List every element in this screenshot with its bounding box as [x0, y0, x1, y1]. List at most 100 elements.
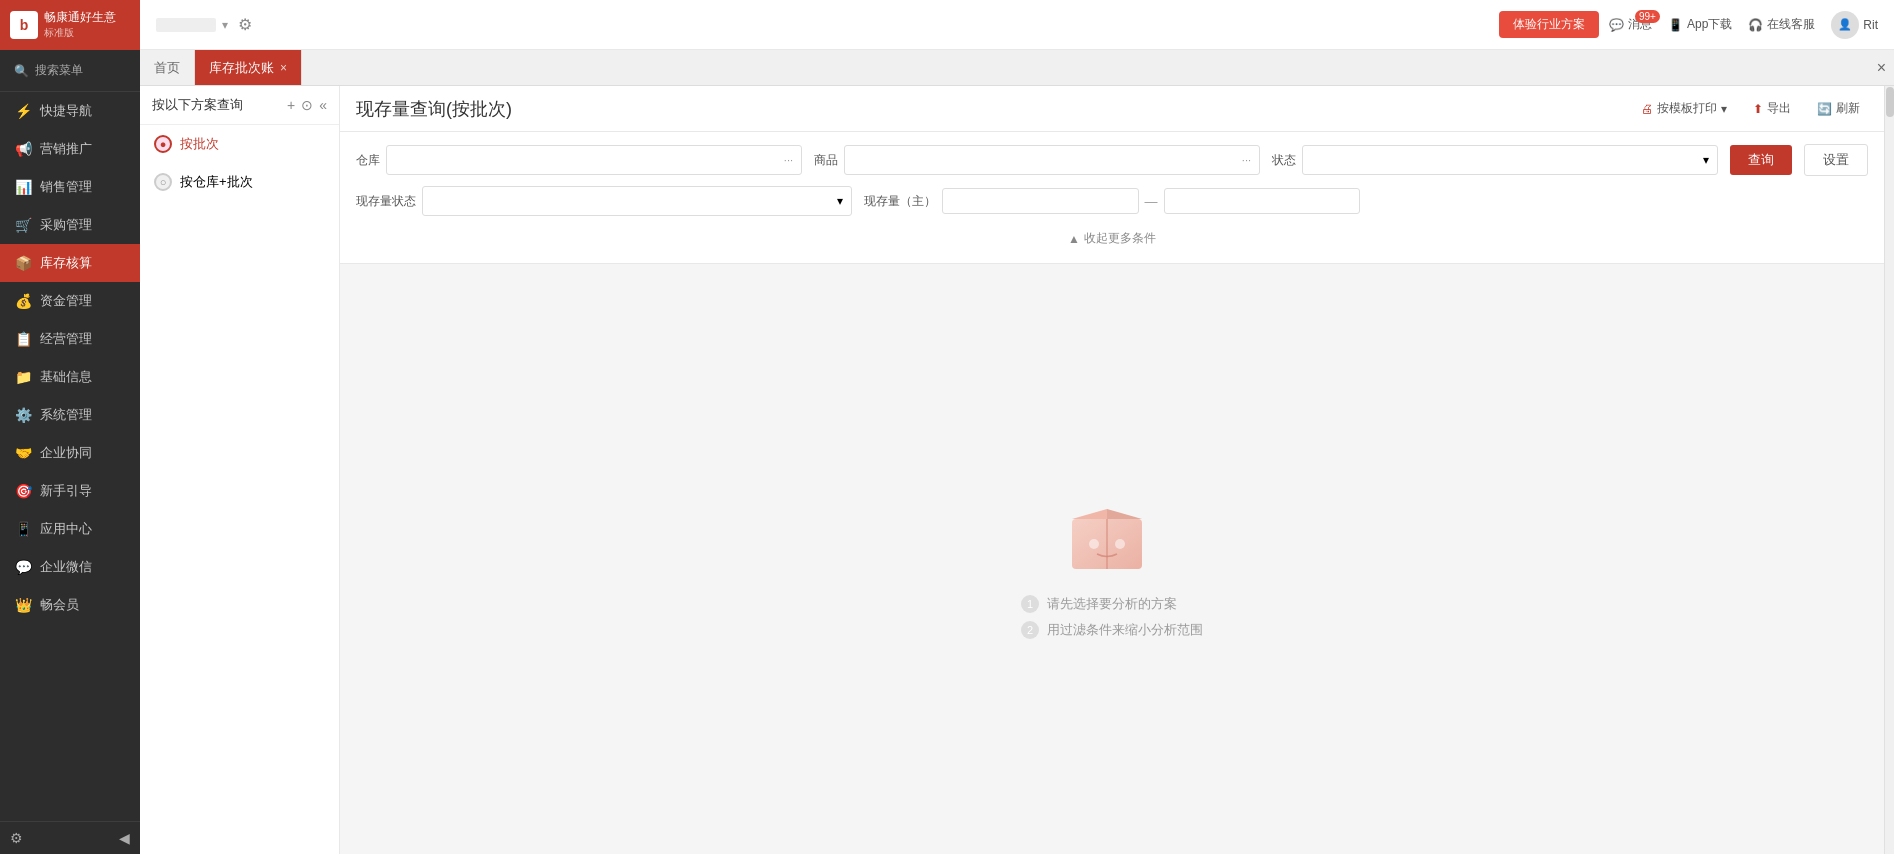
sidebar-item-purchase[interactable]: 🛒 采购管理: [0, 206, 140, 244]
filter-warehouse: 仓库 ···: [356, 145, 802, 175]
scheme-icon-warehouse-batch: ○: [154, 173, 172, 191]
sidebar-item-inventory[interactable]: 📦 库存核算: [0, 244, 140, 282]
hint-1-text: 请先选择要分析的方案: [1047, 595, 1177, 613]
user-profile-button[interactable]: 👤 Rit: [1831, 11, 1878, 39]
tab-inventory-batch[interactable]: 库存批次账 ×: [195, 50, 302, 85]
collapse-sidebar-button[interactable]: ◀: [119, 830, 130, 846]
warehouse-filter-label: 仓库: [356, 152, 380, 169]
sidebar-item-label: 经营管理: [40, 330, 92, 348]
sidebar-item-shortcuts[interactable]: ⚡ 快捷导航: [0, 92, 140, 130]
sidebar-item-label: 基础信息: [40, 368, 92, 386]
sidebar-item-sales[interactable]: 📊 销售管理: [0, 168, 140, 206]
sidebar-item-member[interactable]: 👑 畅会员: [0, 586, 140, 624]
topbar-gear-button[interactable]: ⚙: [238, 15, 252, 34]
sales-icon: 📊: [14, 178, 32, 196]
page-content-area: 按以下方案查询 + ⊙ « ● 按批次 ○ 按仓库+批次 现存量查询(按批次): [140, 86, 1894, 854]
scheme-item-batch[interactable]: ● 按批次: [140, 125, 339, 163]
filter-status: 状态 ▾: [1272, 145, 1718, 175]
chevron-up-icon: ▲: [1068, 232, 1080, 246]
newbie-icon: 🎯: [14, 482, 32, 500]
empty-illustration: [1052, 479, 1172, 579]
finance-icon: 💰: [14, 292, 32, 310]
settings-footer-button[interactable]: ⚙: [10, 830, 23, 846]
sidebar-item-system[interactable]: ⚙️ 系统管理: [0, 396, 140, 434]
sidebar-search-section: 🔍 搜索菜单: [0, 50, 140, 92]
tab-bar-close-button[interactable]: ×: [1877, 59, 1886, 77]
scrollbar-thumb[interactable]: [1886, 87, 1894, 117]
collapse-filter-button[interactable]: ▲ 收起更多条件: [356, 226, 1868, 251]
message-icon: 💬: [1609, 18, 1624, 32]
empty-hint-1: 1 请先选择要分析的方案: [1021, 595, 1203, 613]
stock-quantity-min-input[interactable]: [942, 188, 1139, 214]
hint-2-text: 用过滤条件来缩小分析范围: [1047, 621, 1203, 639]
avatar-icon: 👤: [1838, 18, 1852, 31]
sidebar-item-marketing[interactable]: 📢 营销推广: [0, 130, 140, 168]
sidebar-item-operations[interactable]: 📋 经营管理: [0, 320, 140, 358]
experience-industry-button[interactable]: 体验行业方案: [1499, 11, 1599, 38]
filter-area: 仓库 ··· 商品 ··· 状态: [340, 132, 1884, 264]
right-content-panel: 现存量查询(按批次) 🖨 按模板打印 ▾ ⬆ 导出 🔄 刷新: [340, 86, 1884, 854]
hint-1-number: 1: [1021, 595, 1039, 613]
page-header-actions: 🖨 按模板打印 ▾ ⬆ 导出 🔄 刷新: [1633, 96, 1868, 121]
search-menu-button[interactable]: 🔍 搜索菜单: [10, 58, 130, 83]
sidebar-item-label: 畅会员: [40, 596, 79, 614]
sidebar-item-label: 采购管理: [40, 216, 92, 234]
scheme-panel-header: 按以下方案查询 + ⊙ «: [140, 86, 339, 125]
export-button[interactable]: ⬆ 导出: [1745, 96, 1799, 121]
app-download-label: App下载: [1687, 16, 1732, 33]
stock-status-dropdown-icon: ▾: [837, 194, 843, 208]
svg-marker-1: [1072, 509, 1107, 519]
print-label: 按模板打印: [1657, 100, 1717, 117]
sidebar-item-enterprise[interactable]: 🤝 企业协同: [0, 434, 140, 472]
product-more-icon[interactable]: ···: [1242, 154, 1251, 166]
warehouse-filter-input[interactable]: ···: [386, 145, 802, 175]
scrollbar-track[interactable]: [1884, 86, 1894, 854]
messages-button[interactable]: 💬 消息 99+: [1609, 16, 1652, 33]
product-filter-input[interactable]: ···: [844, 145, 1260, 175]
sidebar-item-apps[interactable]: 📱 应用中心: [0, 510, 140, 548]
stock-quantity-max-input[interactable]: [1164, 188, 1361, 214]
member-icon: 👑: [14, 596, 32, 614]
range-separator: —: [1145, 194, 1158, 209]
sidebar-item-label: 库存核算: [40, 254, 92, 272]
print-button[interactable]: 🖨 按模板打印 ▾: [1633, 96, 1735, 121]
dropdown-icon[interactable]: ▾: [222, 18, 228, 32]
collapse-panel-button[interactable]: «: [319, 97, 327, 113]
product-filter-label: 商品: [814, 152, 838, 169]
app-download-button[interactable]: 📱 App下载: [1668, 16, 1732, 33]
settings-button[interactable]: 设置: [1804, 144, 1868, 176]
stock-status-select[interactable]: ▾: [422, 186, 852, 216]
filter-stock-status: 现存量状态 ▾: [356, 186, 852, 216]
query-button[interactable]: 查询: [1730, 145, 1792, 175]
status-filter-select[interactable]: ▾: [1302, 145, 1718, 175]
refresh-button[interactable]: 🔄 刷新: [1809, 96, 1868, 121]
empty-hint-2: 2 用过滤条件来缩小分析范围: [1021, 621, 1203, 639]
add-scheme-button[interactable]: +: [287, 97, 295, 113]
scheme-item-warehouse-batch[interactable]: ○ 按仓库+批次: [140, 163, 339, 201]
export-icon: ⬆: [1753, 102, 1763, 116]
scheme-icon-batch: ●: [154, 135, 172, 153]
tab-home[interactable]: 首页: [140, 50, 195, 85]
app-version: 标准版: [44, 26, 116, 40]
print-dropdown-icon: ▾: [1721, 102, 1727, 116]
apps-icon: 📱: [14, 520, 32, 538]
sidebar-item-finance[interactable]: 💰 资金管理: [0, 282, 140, 320]
tab-close-icon[interactable]: ×: [280, 62, 287, 74]
online-support-button[interactable]: 🎧 在线客服: [1748, 16, 1815, 33]
tab-bar: 首页 库存批次账 × ×: [140, 50, 1894, 86]
inventory-icon: 📦: [14, 254, 32, 272]
scheme-settings-button[interactable]: ⊙: [301, 97, 313, 113]
marketing-icon: 📢: [14, 140, 32, 158]
scheme-panel-actions: + ⊙ «: [287, 97, 327, 113]
sidebar: b 畅康通好生意 标准版 🔍 搜索菜单 ⚡ 快捷导航 📢 营销推广 📊 销售管理…: [0, 0, 140, 854]
sidebar-item-basic[interactable]: 📁 基础信息: [0, 358, 140, 396]
messages-badge: 99+: [1635, 10, 1660, 23]
system-icon: ⚙️: [14, 406, 32, 424]
warehouse-more-icon[interactable]: ···: [784, 154, 793, 166]
sidebar-item-label: 销售管理: [40, 178, 92, 196]
sidebar-item-newbie[interactable]: 🎯 新手引导: [0, 472, 140, 510]
sidebar-header: b 畅康通好生意 标准版: [0, 0, 140, 50]
sidebar-item-wechat[interactable]: 💬 企业微信: [0, 548, 140, 586]
sidebar-item-label: 资金管理: [40, 292, 92, 310]
basic-icon: 📁: [14, 368, 32, 386]
